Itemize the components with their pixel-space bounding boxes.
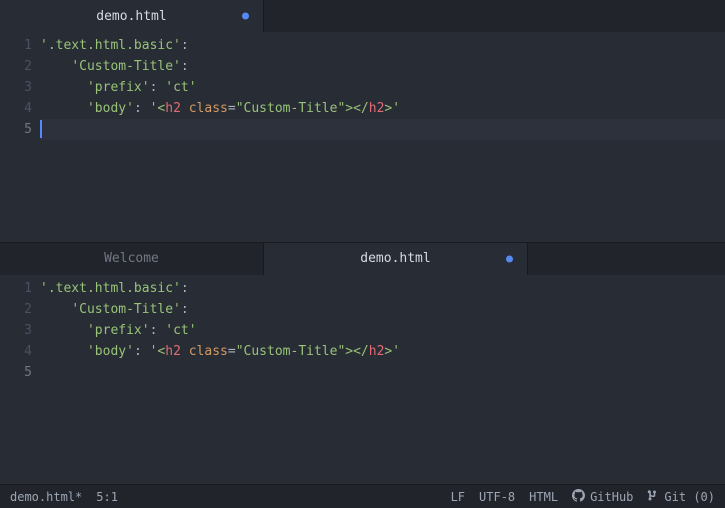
tab-bar: Welcome demo.html (0, 243, 725, 275)
tab-active[interactable]: demo.html (264, 243, 528, 275)
line-number: 1 (0, 35, 32, 56)
status-git[interactable]: Git (0) (647, 489, 715, 505)
line-number: 5 (0, 362, 32, 383)
tab-bar: demo.html (0, 0, 725, 32)
code-editor[interactable]: 12345'.text.html.basic': 'Custom-Title':… (0, 32, 725, 242)
code-line[interactable]: 'prefix': 'ct' (40, 320, 725, 341)
code-line[interactable]: '.text.html.basic': (40, 35, 725, 56)
status-cursor-position[interactable]: 5:1 (96, 490, 118, 504)
line-number: 1 (0, 278, 32, 299)
status-git-label: Git (0) (664, 490, 715, 504)
status-github-label: GitHub (590, 490, 633, 504)
tab-active[interactable]: demo.html (0, 0, 264, 32)
code-lines: '.text.html.basic': 'Custom-Title': 'pre… (40, 275, 725, 485)
editor-pane: Welcomedemo.html12345'.text.html.basic':… (0, 243, 725, 486)
status-line-ending[interactable]: LF (451, 490, 465, 504)
line-number: 2 (0, 299, 32, 320)
tab[interactable]: Welcome (0, 243, 264, 275)
code-lines: '.text.html.basic': 'Custom-Title': 'pre… (40, 32, 725, 242)
status-grammar[interactable]: HTML (529, 490, 558, 504)
line-number: 5 (0, 119, 32, 140)
line-number: 4 (0, 341, 32, 362)
gutter: 12345 (0, 32, 40, 242)
github-icon (572, 489, 585, 505)
code-editor[interactable]: 12345'.text.html.basic': 'Custom-Title':… (0, 275, 725, 485)
code-line[interactable] (40, 119, 725, 140)
tab-label: Welcome (104, 251, 159, 266)
line-number: 2 (0, 56, 32, 77)
code-line[interactable]: 'Custom-Title': (40, 299, 725, 320)
line-number: 3 (0, 320, 32, 341)
line-number: 3 (0, 77, 32, 98)
tab-label: demo.html (360, 251, 430, 266)
code-line[interactable]: 'Custom-Title': (40, 56, 725, 77)
gutter: 12345 (0, 275, 40, 485)
code-line[interactable]: 'body': '<h2 class="Custom-Title"></h2>' (40, 98, 725, 119)
cursor (40, 120, 42, 138)
status-filename[interactable]: demo.html* (10, 490, 82, 504)
git-branch-icon (647, 489, 659, 505)
code-line[interactable]: '.text.html.basic': (40, 278, 725, 299)
status-bar: demo.html* 5:1 LF UTF-8 HTML GitHub Git … (0, 485, 725, 508)
status-encoding[interactable]: UTF-8 (479, 490, 515, 504)
code-line[interactable]: 'body': '<h2 class="Custom-Title"></h2>' (40, 341, 725, 362)
status-github[interactable]: GitHub (572, 489, 633, 505)
tab-label: demo.html (96, 9, 166, 24)
code-line[interactable]: 'prefix': 'ct' (40, 77, 725, 98)
line-number: 4 (0, 98, 32, 119)
editor-pane: demo.html12345'.text.html.basic': 'Custo… (0, 0, 725, 243)
